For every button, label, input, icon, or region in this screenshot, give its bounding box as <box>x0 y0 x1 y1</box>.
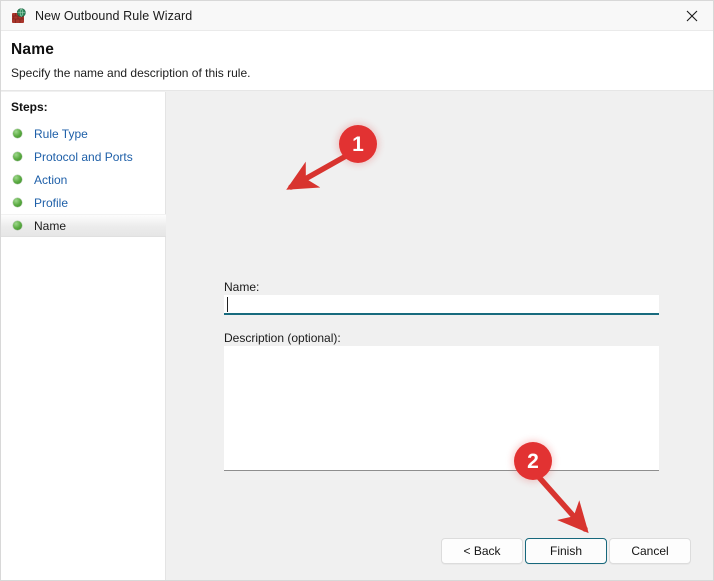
firewall-shield-icon <box>11 7 27 24</box>
step-bullet-icon <box>13 175 22 184</box>
step-bullet-icon <box>13 221 22 230</box>
step-bullet-icon <box>13 198 22 207</box>
window-title: New Outbound Rule Wizard <box>35 8 193 23</box>
description-field-label: Description (optional): <box>224 331 341 345</box>
title-bar: New Outbound Rule Wizard <box>1 1 713 31</box>
name-input[interactable] <box>224 295 659 315</box>
step-label: Name <box>34 218 67 233</box>
step-label: Rule Type <box>34 126 88 141</box>
back-button[interactable]: < Back <box>441 538 523 564</box>
footer-buttons: < Back Finish Cancel <box>167 521 713 580</box>
sidebar-item-protocol-and-ports[interactable]: Protocol and Ports <box>1 145 166 168</box>
description-input[interactable] <box>224 346 659 471</box>
sidebar-item-rule-type[interactable]: Rule Type <box>1 122 166 145</box>
steps-sidebar: Steps: Rule Type Protocol and Ports Acti… <box>1 92 166 580</box>
close-icon[interactable] <box>669 1 713 31</box>
finish-button[interactable]: Finish <box>525 538 607 564</box>
step-label: Profile <box>34 195 69 210</box>
steps-heading: Steps: <box>11 100 48 114</box>
content-pane: Name: Description (optional): <box>167 92 713 580</box>
step-bullet-icon <box>13 129 22 138</box>
cancel-button[interactable]: Cancel <box>609 538 691 564</box>
page-header: Name Specify the name and description of… <box>1 31 713 91</box>
page-title: Name <box>11 41 55 58</box>
step-label: Action <box>34 172 68 187</box>
steps-list: Rule Type Protocol and Ports Action Prof… <box>1 122 166 237</box>
page-subtitle: Specify the name and description of this… <box>11 66 251 80</box>
sidebar-item-profile[interactable]: Profile <box>1 191 166 214</box>
step-label: Protocol and Ports <box>34 149 133 164</box>
wizard-window: New Outbound Rule Wizard Name Specify th… <box>0 0 714 581</box>
text-cursor <box>227 297 228 312</box>
step-bullet-icon <box>13 152 22 161</box>
sidebar-item-action[interactable]: Action <box>1 168 166 191</box>
sidebar-item-name[interactable]: Name <box>1 214 166 237</box>
name-field-label: Name: <box>224 280 260 294</box>
